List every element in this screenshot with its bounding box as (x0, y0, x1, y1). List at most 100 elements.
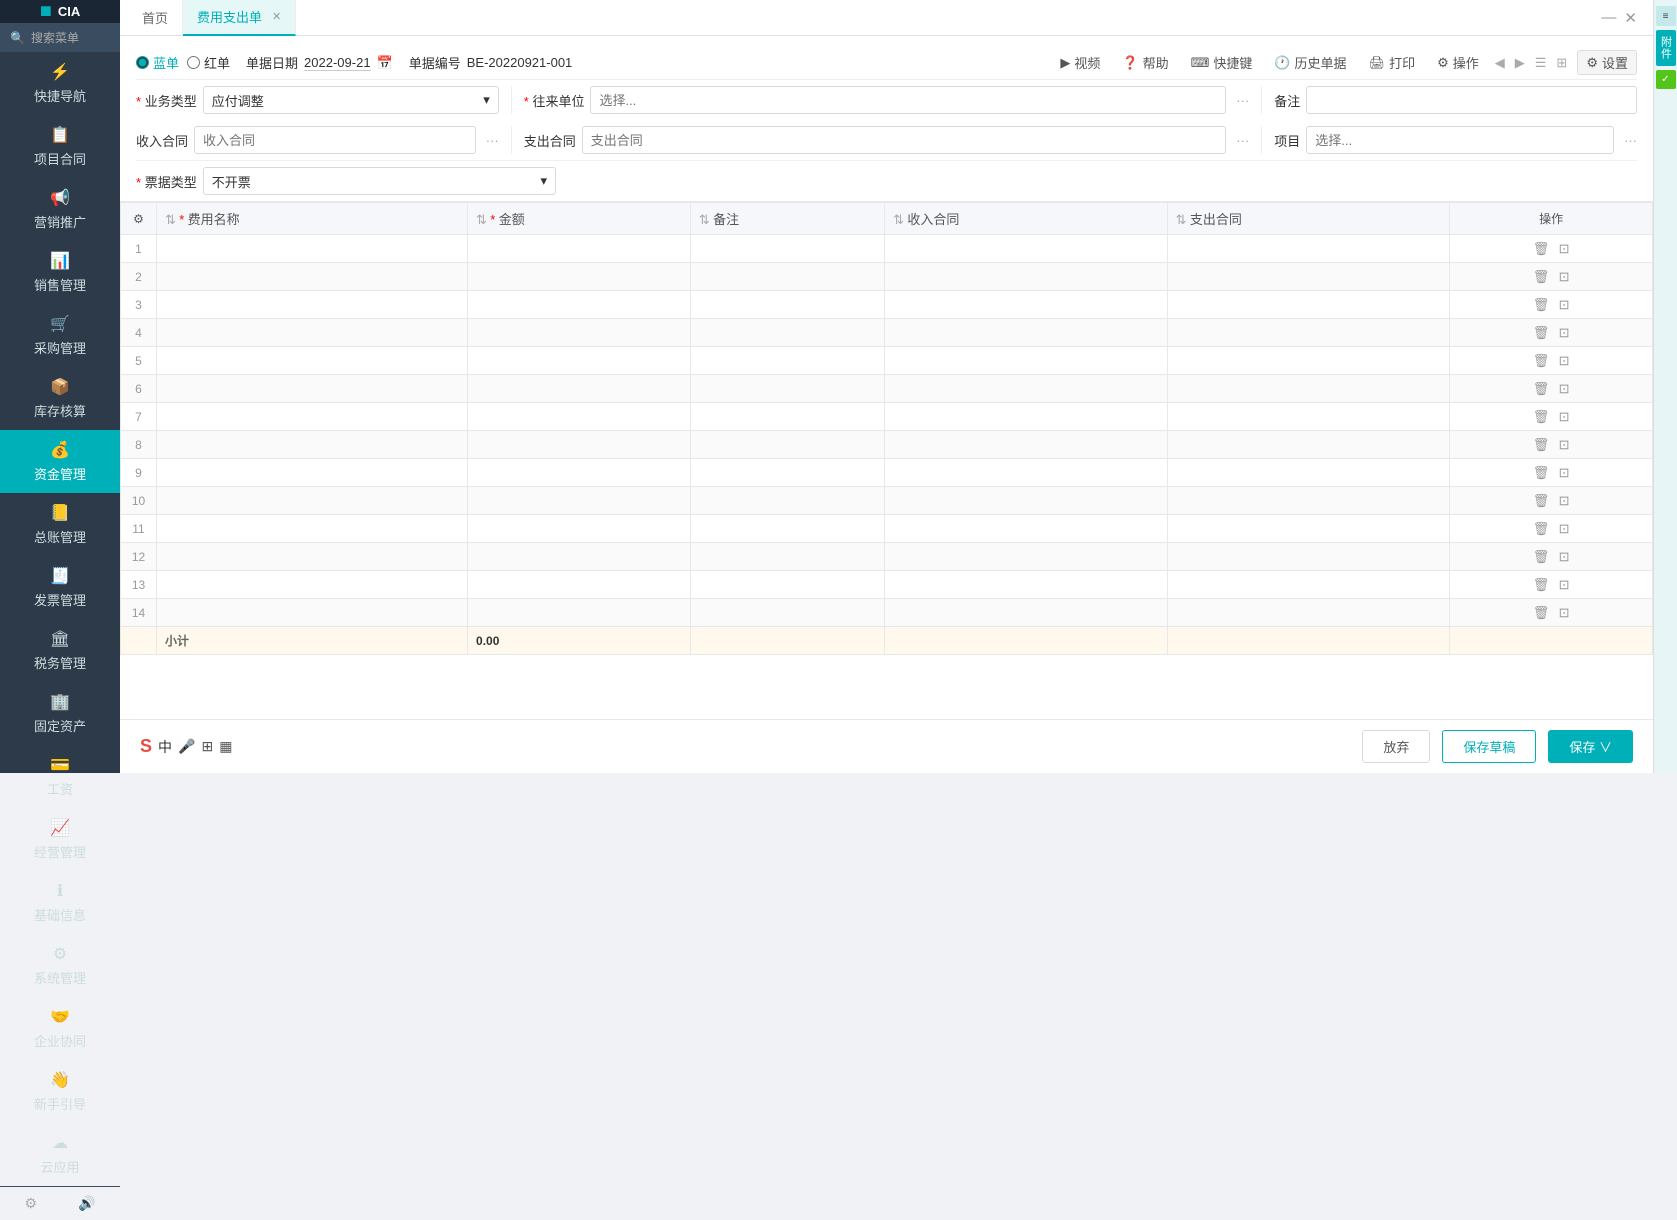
expense-contract-more-btn[interactable]: ··· (1236, 133, 1249, 148)
save-draft-button[interactable]: 保存草稿 (1442, 730, 1536, 763)
row-income-contract[interactable] (885, 459, 1168, 487)
row-income-contract[interactable] (885, 319, 1168, 347)
row-expense-name[interactable] (157, 571, 468, 599)
business-type-select[interactable]: 应付调整 ▾ (203, 86, 499, 114)
expense-contract-input[interactable] (582, 126, 1226, 154)
row-delete-btn[interactable]: 🗑 (1530, 604, 1553, 622)
operations-btn[interactable]: ⚙ 操作 (1431, 51, 1485, 74)
sidebar-item-system[interactable]: ⚙ 系统管理 (0, 934, 120, 997)
row-amount[interactable] (468, 263, 691, 291)
row-remark[interactable] (690, 291, 884, 319)
row-delete-btn[interactable]: 🗑 (1530, 464, 1553, 482)
row-remark[interactable] (690, 375, 884, 403)
calendar-icon[interactable]: 📅 (377, 55, 393, 71)
sidebar-item-marketing[interactable]: 📢 营销推广 (0, 178, 120, 241)
invoice-type-select[interactable]: 不开票 ▾ (203, 167, 556, 195)
row-remark[interactable] (690, 319, 884, 347)
save-button[interactable]: 保存 ∨ (1548, 730, 1633, 763)
row-delete-btn[interactable]: 🗑 (1530, 576, 1553, 594)
row-expense-name[interactable] (157, 235, 468, 263)
row-expense-contract[interactable] (1167, 571, 1450, 599)
row-expense-name[interactable] (157, 543, 468, 571)
row-amount[interactable] (468, 235, 691, 263)
video-btn[interactable]: ▶ 视频 (1054, 51, 1106, 74)
discard-button[interactable]: 放弃 (1362, 730, 1430, 763)
remark-input[interactable] (1306, 86, 1637, 114)
row-expense-name[interactable] (157, 291, 468, 319)
row-expense-contract[interactable] (1167, 543, 1450, 571)
row-copy-btn[interactable]: ⊡ (1556, 380, 1573, 398)
row-expense-contract[interactable] (1167, 599, 1450, 627)
sidebar-item-fixed-assets[interactable]: 🏢 固定资产 (0, 682, 120, 745)
row-expense-name[interactable] (157, 599, 468, 627)
print-btn[interactable]: 🖨 打印 (1363, 51, 1422, 74)
row-delete-btn[interactable]: 🗑 (1530, 240, 1553, 258)
row-remark[interactable] (690, 459, 884, 487)
row-remark[interactable] (690, 571, 884, 599)
row-remark[interactable] (690, 599, 884, 627)
row-expense-name[interactable] (157, 487, 468, 515)
row-remark[interactable] (690, 543, 884, 571)
row-amount[interactable] (468, 459, 691, 487)
row-delete-btn[interactable]: 🗑 (1530, 324, 1553, 342)
row-expense-contract[interactable] (1167, 347, 1450, 375)
history-btn[interactable]: 🕐 历史单据 (1268, 51, 1352, 74)
sidebar-search[interactable]: 🔍 搜索菜单 (0, 23, 120, 52)
row-expense-contract[interactable] (1167, 515, 1450, 543)
nav-left-icon[interactable]: ◀ (1495, 55, 1505, 71)
shortcut-btn[interactable]: ⌨ 快捷键 (1185, 51, 1259, 74)
row-expense-name[interactable] (157, 375, 468, 403)
sidebar-item-finance[interactable]: 💰 资金管理 (0, 430, 120, 493)
close-window-icon[interactable]: ✕ (1624, 9, 1637, 27)
col-income-contract-sort-icon[interactable]: ⇅ (893, 212, 904, 227)
row-delete-btn[interactable]: 🗑 (1530, 268, 1553, 286)
tab-close-icon[interactable]: ✕ (272, 10, 281, 23)
row-income-contract[interactable] (885, 235, 1168, 263)
sidebar-item-quick-nav[interactable]: ⚡ 快捷导航 (0, 52, 120, 115)
row-copy-btn[interactable]: ⊡ (1556, 296, 1573, 314)
grid-view-icon[interactable]: ⊞ (1556, 55, 1567, 71)
row-amount[interactable] (468, 403, 691, 431)
row-income-contract[interactable] (885, 347, 1168, 375)
row-expense-contract[interactable] (1167, 375, 1450, 403)
tab-home[interactable]: 首页 (128, 0, 183, 36)
row-copy-btn[interactable]: ⊡ (1556, 576, 1573, 594)
row-expense-name[interactable] (157, 347, 468, 375)
sidebar-item-project-contract[interactable]: 📋 项目合同 (0, 115, 120, 178)
sidebar-item-inventory[interactable]: 📦 库存核算 (0, 367, 120, 430)
row-income-contract[interactable] (885, 487, 1168, 515)
help-btn[interactable]: ❓ 帮助 (1116, 51, 1174, 74)
right-panel-green-btn[interactable]: ✓ (1656, 70, 1676, 89)
row-remark[interactable] (690, 431, 884, 459)
partner-more-btn[interactable]: ··· (1236, 93, 1249, 108)
row-amount[interactable] (468, 571, 691, 599)
row-amount[interactable] (468, 375, 691, 403)
row-delete-btn[interactable]: 🗑 (1530, 520, 1553, 538)
sidebar-item-basic-info[interactable]: ℹ 基础信息 (0, 871, 120, 934)
row-copy-btn[interactable]: ⊡ (1556, 548, 1573, 566)
row-income-contract[interactable] (885, 375, 1168, 403)
sidebar-item-enterprise[interactable]: 🤝 企业协同 (0, 997, 120, 1060)
row-expense-contract[interactable] (1167, 319, 1450, 347)
blue-bill-radio[interactable]: 蓝单 (136, 53, 179, 72)
row-expense-contract[interactable] (1167, 235, 1450, 263)
right-panel-btn-1[interactable]: ≡ (1656, 6, 1676, 26)
attachment-btn[interactable]: 附件 (1656, 30, 1676, 66)
tab-expense[interactable]: 费用支出单 ✕ (183, 0, 296, 36)
row-expense-name[interactable] (157, 459, 468, 487)
row-expense-name[interactable] (157, 263, 468, 291)
date-value[interactable]: 2022-09-21 (304, 55, 371, 71)
row-delete-btn[interactable]: 🗑 (1530, 296, 1553, 314)
row-delete-btn[interactable]: 🗑 (1530, 548, 1553, 566)
settings-button[interactable]: ⚙ 设置 (1577, 50, 1637, 75)
row-amount[interactable] (468, 319, 691, 347)
sidebar-item-salary[interactable]: 💳 工资 (0, 745, 120, 808)
sidebar-item-purchase[interactable]: 🛒 采购管理 (0, 304, 120, 367)
minimize-icon[interactable]: — (1601, 9, 1616, 27)
row-income-contract[interactable] (885, 571, 1168, 599)
row-amount[interactable] (468, 487, 691, 515)
project-input[interactable] (1306, 126, 1614, 154)
row-remark[interactable] (690, 403, 884, 431)
row-copy-btn[interactable]: ⊡ (1556, 604, 1573, 622)
col-remark-sort-icon[interactable]: ⇅ (699, 212, 710, 227)
